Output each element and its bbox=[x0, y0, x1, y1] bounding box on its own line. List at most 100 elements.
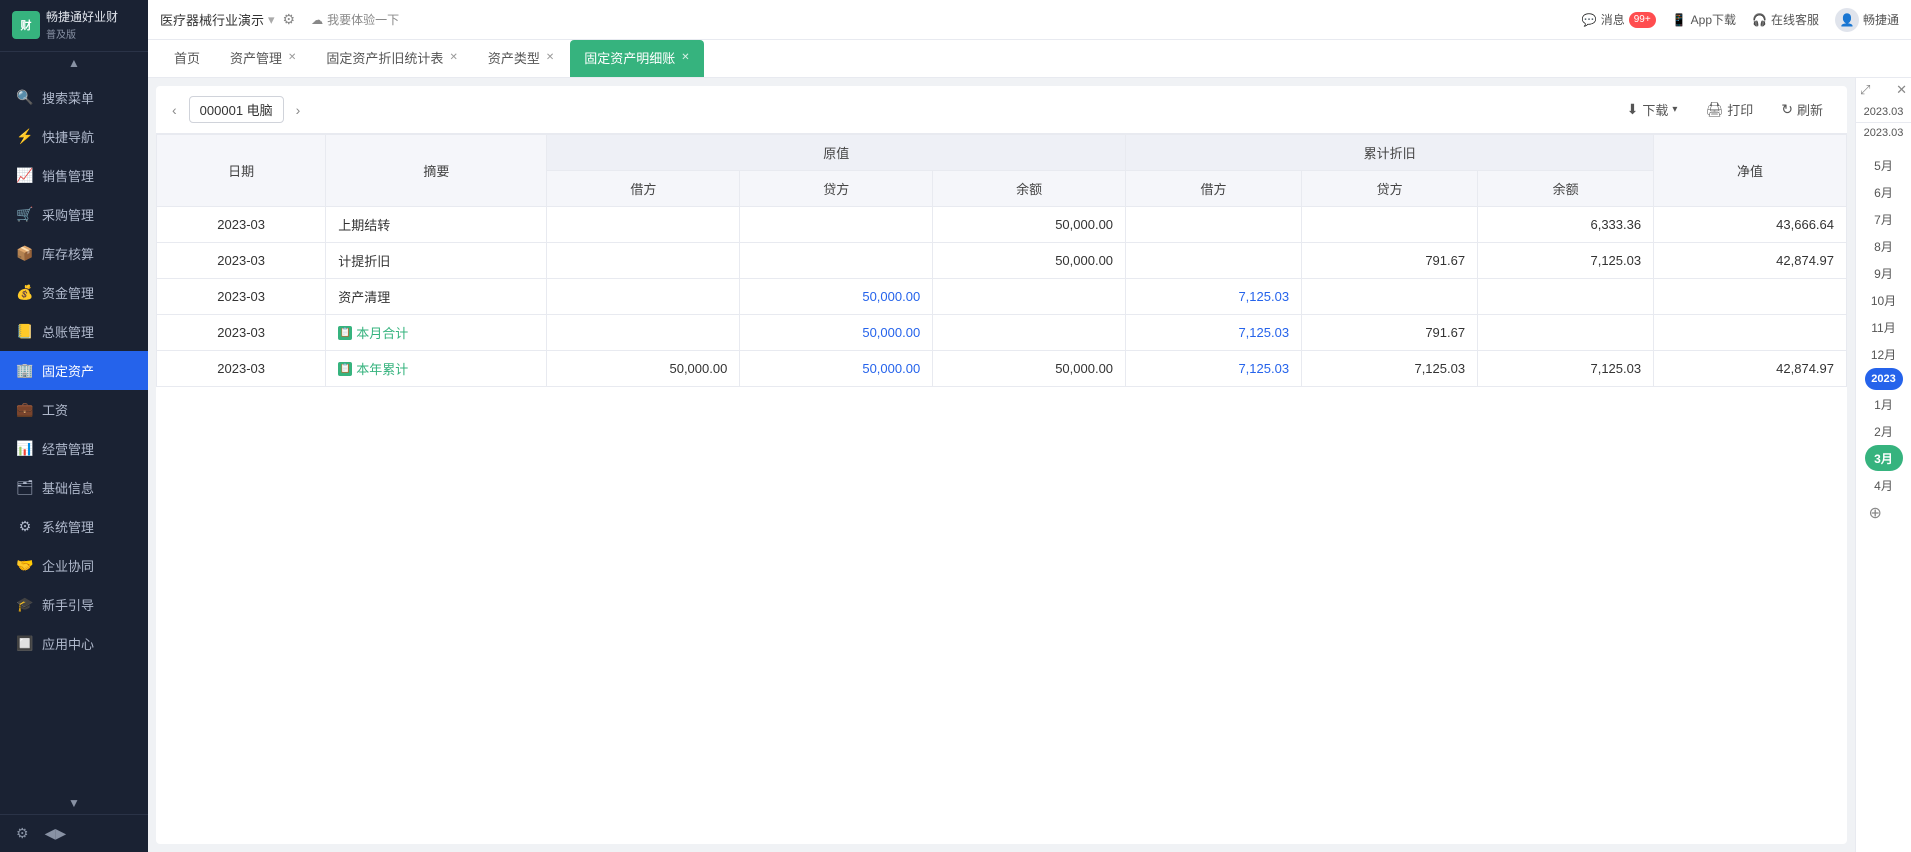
timeline-month-2023-3月[interactable]: 3月 bbox=[1865, 445, 1903, 471]
data-table-container: 日期 摘要 原值 累计折旧 净值 借方 贷方 余额 借方 贷方 余额 bbox=[156, 134, 1847, 844]
timeline-month-2023-1月[interactable]: 1月 bbox=[1865, 391, 1903, 417]
timeline-month-9月[interactable]: 9月 bbox=[1865, 260, 1903, 286]
tab-asset-mgmt[interactable]: 资产管理 ✕ bbox=[216, 40, 310, 77]
refresh-btn[interactable]: ↻ 刷新 bbox=[1773, 96, 1831, 123]
sidebar-item-operations[interactable]: 📊 经营管理 bbox=[0, 429, 148, 468]
timeline-close-btn[interactable]: ✕ bbox=[1896, 82, 1907, 98]
download-btn[interactable]: ⬇ 下载 ▾ bbox=[1619, 96, 1686, 123]
experience-btn[interactable]: ☁ 我要体验一下 bbox=[311, 11, 399, 28]
sidebar-scroll-down[interactable]: ▼ bbox=[0, 792, 148, 814]
sidebar-item-fund[interactable]: 💰 资金管理 bbox=[0, 273, 148, 312]
timeline-month-2023-2月[interactable]: 2月 bbox=[1865, 418, 1903, 444]
timeline-month-12月[interactable]: 12月 bbox=[1865, 341, 1903, 367]
col-date-header: 日期 bbox=[157, 135, 326, 207]
experience-label: 我要体验一下 bbox=[327, 11, 399, 28]
cell-orig-debit: 50,000.00 bbox=[547, 351, 740, 387]
year-tag: 📋 本年累计 bbox=[338, 359, 408, 378]
sidebar-item-search[interactable]: 🔍 搜索菜单 bbox=[0, 78, 148, 117]
tab-depreciation-stats[interactable]: 固定资产折旧统计表 ✕ bbox=[312, 40, 471, 77]
timeline-month-11月[interactable]: 11月 bbox=[1865, 314, 1903, 340]
basic-info-icon: 🗂 bbox=[16, 478, 34, 496]
sidebar-item-basic-info[interactable]: 🗂 基础信息 bbox=[0, 468, 148, 507]
online-service-label: 在线客服 bbox=[1771, 11, 1819, 28]
tab-home[interactable]: 首页 bbox=[160, 40, 214, 77]
sidebar-item-quick-nav[interactable]: ⚡ 快捷导航 bbox=[0, 117, 148, 156]
sidebar-label-ledger: 总账管理 bbox=[42, 322, 94, 341]
cell-orig-debit bbox=[547, 243, 740, 279]
col-depr-debit-header: 借方 bbox=[1126, 171, 1302, 207]
timeline-month-6月[interactable]: 6月 bbox=[1865, 179, 1903, 205]
sidebar-item-app-center[interactable]: 🔲 应用中心 bbox=[0, 624, 148, 663]
col-accum-depr-group-header: 累计折旧 bbox=[1126, 135, 1654, 171]
cell-net bbox=[1654, 315, 1847, 351]
settings-gear-icon[interactable]: ⚙ bbox=[283, 11, 296, 28]
sidebar-item-ledger[interactable]: 📒 总账管理 bbox=[0, 312, 148, 351]
ledger-icon: 📒 bbox=[16, 322, 34, 340]
sidebar-logo: 财 畅捷通好业财 普及版 bbox=[0, 0, 148, 52]
cell-depr-debit bbox=[1126, 243, 1302, 279]
tab-depreciation-stats-label: 固定资产折旧统计表 bbox=[326, 48, 443, 67]
collapse-icon[interactable]: ◀▶ bbox=[45, 825, 67, 842]
username-label: 畅捷通 bbox=[1863, 11, 1899, 28]
online-service-btn[interactable]: 🎧 在线客服 bbox=[1752, 11, 1819, 28]
cell-depr-debit: 7,125.03 bbox=[1126, 315, 1302, 351]
sidebar-item-enterprise[interactable]: 🤝 企业协同 bbox=[0, 546, 148, 585]
next-asset-btn[interactable]: › bbox=[296, 102, 301, 118]
timeline-panel: ✕ ⤢ 2023.03 2023.03 5月6月7月8月9月10月11月12月2… bbox=[1855, 78, 1911, 852]
message-btn[interactable]: 💬 消息 99+ bbox=[1582, 11, 1656, 28]
cell-depr-debit: 7,125.03 bbox=[1126, 351, 1302, 387]
tab-bar: 首页 资产管理 ✕ 固定资产折旧统计表 ✕ 资产类型 ✕ 固定资产明细账 ✕ bbox=[148, 40, 1911, 78]
tab-depreciation-stats-close[interactable]: ✕ bbox=[449, 52, 457, 63]
cell-depr-credit bbox=[1302, 279, 1478, 315]
sidebar-item-payroll[interactable]: 💼 工资 bbox=[0, 390, 148, 429]
tab-asset-detail[interactable]: 固定资产明细账 ✕ bbox=[570, 40, 703, 77]
col-depr-credit-header: 贷方 bbox=[1302, 171, 1478, 207]
operations-icon: 📊 bbox=[16, 439, 34, 457]
timeline-month-2023-4月[interactable]: 4月 bbox=[1865, 472, 1903, 498]
phone-icon: 📱 bbox=[1672, 13, 1687, 27]
cell-depr-balance: 7,125.03 bbox=[1478, 243, 1654, 279]
timeline-scroll-down[interactable]: ⊕ bbox=[1865, 499, 1903, 527]
tab-asset-type-close[interactable]: ✕ bbox=[546, 52, 554, 63]
cell-orig-balance: 50,000.00 bbox=[933, 207, 1126, 243]
quick-nav-icon: ⚡ bbox=[16, 127, 34, 145]
app-edition: 普及版 bbox=[46, 26, 118, 41]
col-orig-balance-header: 余额 bbox=[933, 171, 1126, 207]
app-demo-name: 医疗器械行业演示 ▾ bbox=[160, 10, 275, 29]
cell-orig-debit bbox=[547, 279, 740, 315]
sidebar-item-inventory[interactable]: 📦 库存核算 bbox=[0, 234, 148, 273]
timeline-month-8月[interactable]: 8月 bbox=[1865, 233, 1903, 259]
cell-depr-debit: 7,125.03 bbox=[1126, 279, 1302, 315]
col-net-header: 净值 bbox=[1654, 135, 1847, 207]
refresh-icon: ↻ bbox=[1781, 101, 1793, 118]
main-panel: ‹ 000001 电脑 › ⬇ 下载 ▾ 🖨 打印 ↻ bbox=[156, 86, 1847, 844]
sidebar-item-guide[interactable]: 🎓 新手引导 bbox=[0, 585, 148, 624]
cell-orig-debit bbox=[547, 207, 740, 243]
sidebar-item-fixed-asset[interactable]: 🏢 固定资产 bbox=[0, 351, 148, 390]
timeline-maximize-btn[interactable]: ⤢ bbox=[1860, 82, 1870, 98]
tab-asset-type[interactable]: 资产类型 ✕ bbox=[474, 40, 568, 77]
demo-label: 医疗器械行业演示 bbox=[160, 10, 264, 29]
prev-asset-btn[interactable]: ‹ bbox=[172, 102, 177, 118]
print-btn[interactable]: 🖨 打印 bbox=[1697, 96, 1761, 123]
timeline-month-5月[interactable]: 5月 bbox=[1865, 152, 1903, 178]
tab-asset-mgmt-close[interactable]: ✕ bbox=[288, 52, 296, 63]
app-download-btn[interactable]: 📱 App下载 bbox=[1672, 11, 1736, 28]
print-icon: 🖨 bbox=[1705, 101, 1723, 118]
sidebar-item-sales[interactable]: 📈 销售管理 bbox=[0, 156, 148, 195]
tab-asset-detail-close[interactable]: ✕ bbox=[681, 52, 689, 63]
user-profile-btn[interactable]: 👤 畅捷通 bbox=[1835, 8, 1899, 32]
sidebar-item-system[interactable]: ⚙ 系统管理 bbox=[0, 507, 148, 546]
cell-summary: 资产清理 bbox=[326, 279, 547, 315]
fixed-asset-icon: 🏢 bbox=[16, 361, 34, 379]
sidebar-label-operations: 经营管理 bbox=[42, 439, 94, 458]
timeline-month-7月[interactable]: 7月 bbox=[1865, 206, 1903, 232]
settings-icon[interactable]: ⚙ bbox=[16, 825, 29, 842]
tab-home-label: 首页 bbox=[174, 48, 200, 67]
timeline-year-2023: 2023 bbox=[1865, 368, 1903, 390]
timeline-month-10月[interactable]: 10月 bbox=[1865, 287, 1903, 313]
sidebar-scroll-up[interactable]: ▲ bbox=[0, 52, 148, 74]
table-row: 2023-03 📋 本年累计 50,000.00 50,000.00 50,00… bbox=[157, 351, 1847, 387]
download-icon: ⬇ bbox=[1627, 101, 1639, 118]
sidebar-item-purchase[interactable]: 🛒 采购管理 bbox=[0, 195, 148, 234]
